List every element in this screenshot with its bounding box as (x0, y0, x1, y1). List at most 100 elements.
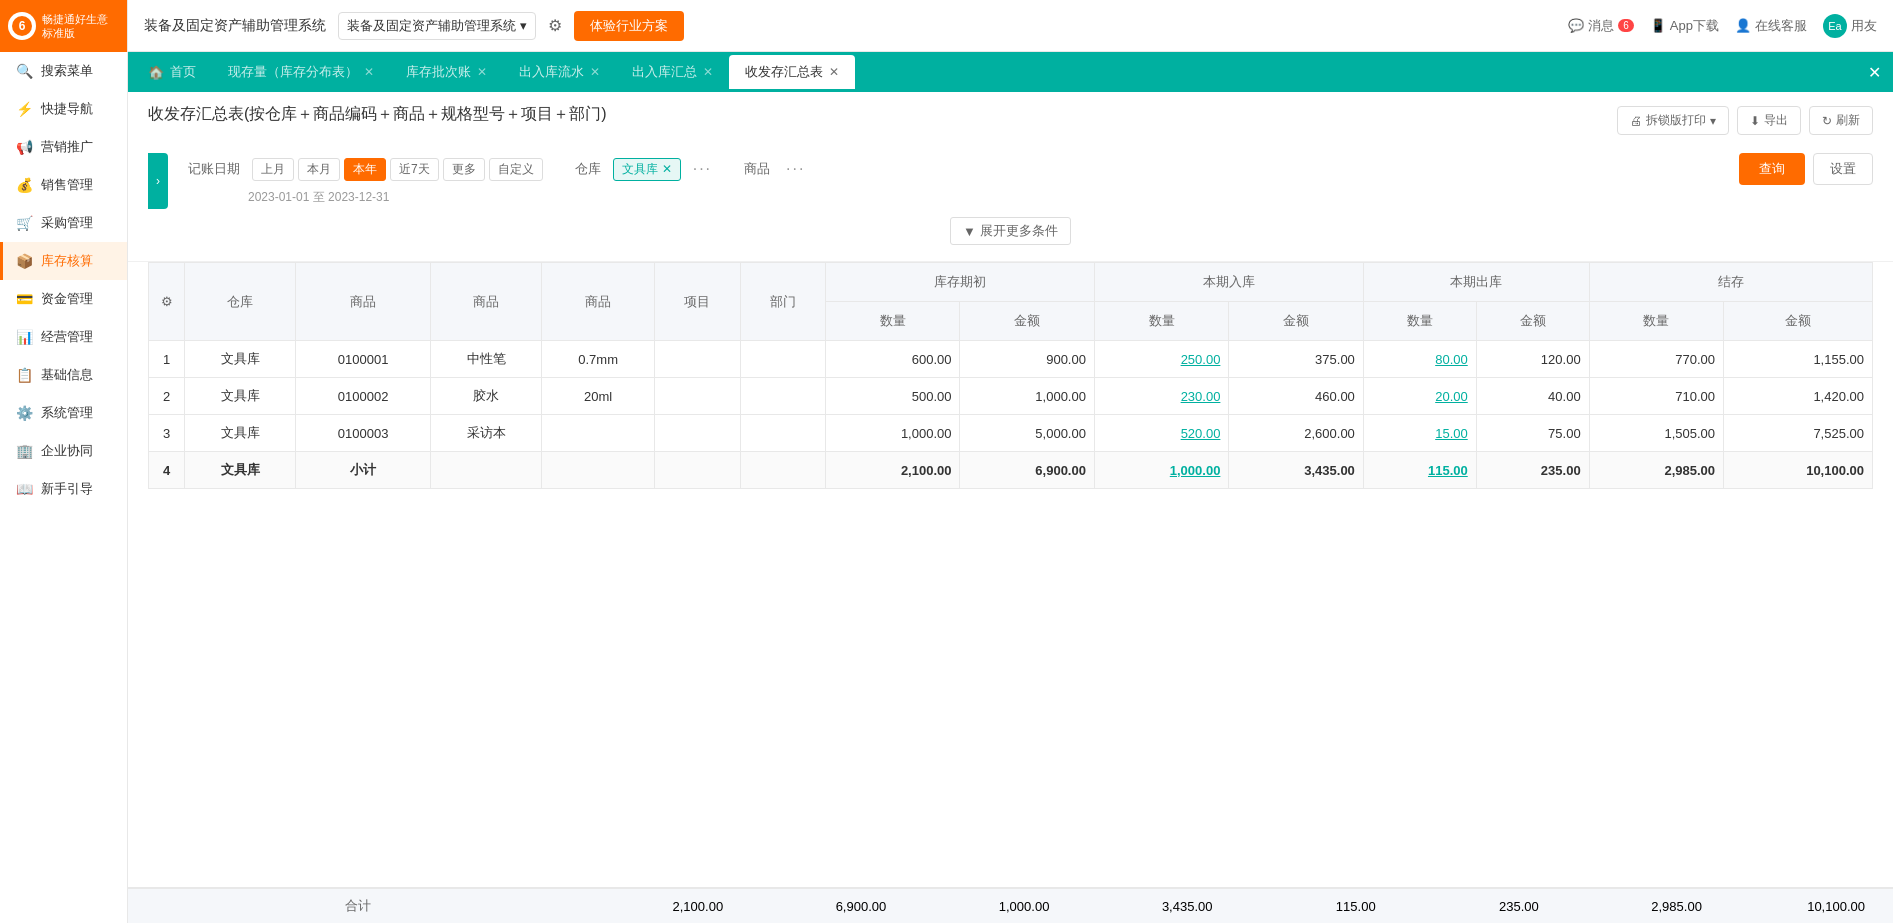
try-button[interactable]: 体验行业方案 (574, 11, 684, 41)
total-in-qty: 1,000.00 (894, 899, 1057, 914)
top-header-actions: 💬 消息 6 📱 App下载 👤 在线客服 Ea 用友 (1568, 14, 1877, 38)
subtotal-in-qty[interactable]: 1,000.00 (1094, 452, 1228, 489)
query-button[interactable]: 查询 (1739, 153, 1805, 185)
cell-balance-amt: 7,525.00 (1724, 415, 1873, 452)
sidebar-item-label: 基础信息 (41, 366, 93, 384)
th-warehouse: 仓库 (185, 263, 296, 341)
sidebar-item-operations[interactable]: 📊 经营管理 (0, 318, 127, 356)
sidebar-item-quick-nav[interactable]: ⚡ 快捷导航 (0, 90, 127, 128)
newbie-icon: 📖 (15, 480, 33, 498)
cell-goods-name: 采访本 (430, 415, 541, 452)
sidebar: 6 畅捷通好生意 标准版 🔍 搜索菜单 ⚡ 快捷导航 📢 营销推广 💰 销售管理… (0, 0, 128, 923)
tab-close-icon[interactable]: ✕ (829, 65, 839, 79)
cell-in-qty[interactable]: 230.00 (1094, 378, 1228, 415)
th-group-balance: 结存 (1589, 263, 1872, 302)
th-goods-code: 商品 (296, 263, 430, 341)
user-label: 用友 (1851, 17, 1877, 35)
tab-close-icon[interactable]: ✕ (364, 65, 374, 79)
cell-out-qty[interactable]: 15.00 (1363, 415, 1476, 452)
page-right-actions: 🖨 拆锁版打印 ▾ ⬇ 导出 ↻ 刷新 (1617, 106, 1873, 135)
sidebar-item-label: 资金管理 (41, 290, 93, 308)
finance-icon: 💳 (15, 290, 33, 308)
subtotal-out-qty[interactable]: 115.00 (1363, 452, 1476, 489)
print-label: 拆锁版打印 (1646, 112, 1706, 129)
tab-label: 现存量（库存分布表） (228, 63, 358, 81)
cell-opening-qty: 1,000.00 (826, 415, 960, 452)
user-btn[interactable]: Ea 用友 (1823, 14, 1877, 38)
settings-icon-btn[interactable]: ⚙ (548, 16, 562, 35)
table-row: 3 文具库 0100003 采访本 1,000.00 5,000.00 520.… (149, 415, 1873, 452)
warehouse-tag[interactable]: 文具库 ✕ (613, 158, 681, 181)
tab-in-out-flow[interactable]: 出入库流水 ✕ (503, 55, 616, 89)
th-in-amt: 金额 (1229, 302, 1363, 341)
warehouse-more-btn[interactable]: ··· (693, 160, 712, 178)
tab-inventory-distribution[interactable]: 现存量（库存分布表） ✕ (212, 55, 390, 89)
system-selector[interactable]: 装备及固定资产辅助管理系统 ▾ (338, 12, 536, 40)
cell-in-qty[interactable]: 250.00 (1094, 341, 1228, 378)
date-btn-last-month[interactable]: 上月 (252, 158, 294, 181)
th-in-qty: 数量 (1094, 302, 1228, 341)
sidebar-item-search[interactable]: 🔍 搜索菜单 (0, 52, 127, 90)
date-btn-7days[interactable]: 近7天 (390, 158, 439, 181)
tab-receipt-summary[interactable]: 收发存汇总表 ✕ (729, 55, 855, 89)
tab-bar-close-btn[interactable]: ✕ (1860, 55, 1889, 90)
filter-content: 记账日期 上月 本月 本年 近7天 更多 自定义 仓库 文 (188, 153, 1873, 206)
cell-in-qty[interactable]: 520.00 (1094, 415, 1228, 452)
th-group-out: 本期出库 (1363, 263, 1589, 302)
sidebar-item-sales[interactable]: 💰 销售管理 (0, 166, 127, 204)
print-btn[interactable]: 🖨 拆锁版打印 ▾ (1617, 106, 1729, 135)
sales-icon: 💰 (15, 176, 33, 194)
subtotal-warehouse: 文具库 (185, 452, 296, 489)
total-out-amt: 235.00 (1384, 899, 1547, 914)
sidebar-item-label: 经营管理 (41, 328, 93, 346)
sidebar-item-label: 销售管理 (41, 176, 93, 194)
date-btn-custom[interactable]: 自定义 (489, 158, 543, 181)
cell-opening-amt: 1,000.00 (960, 378, 1094, 415)
sidebar-item-enterprise[interactable]: 🏢 企业协同 (0, 432, 127, 470)
date-range-display: 2023-01-01 至 2023-12-31 (248, 189, 1873, 206)
tab-in-out-summary[interactable]: 出入库汇总 ✕ (616, 55, 729, 89)
tab-close-icon[interactable]: ✕ (703, 65, 713, 79)
setting-button[interactable]: 设置 (1813, 153, 1873, 185)
cell-department (740, 341, 826, 378)
online-service-btn[interactable]: 👤 在线客服 (1735, 17, 1807, 35)
page-content: 收发存汇总表(按仓库＋商品编码＋商品＋规格型号＋项目＋部门) 🖨 拆锁版打印 ▾… (128, 92, 1893, 923)
purchase-icon: 🛒 (15, 214, 33, 232)
sidebar-item-inventory[interactable]: 📦 库存核算 (0, 242, 127, 280)
app-logo-inner: 6 (12, 16, 32, 36)
tab-home[interactable]: 🏠 首页 (132, 55, 212, 89)
online-service-label: 在线客服 (1755, 17, 1807, 35)
sidebar-item-label: 库存核算 (41, 252, 93, 270)
refresh-icon: ↻ (1822, 114, 1832, 128)
tab-close-icon[interactable]: ✕ (590, 65, 600, 79)
date-btn-more[interactable]: 更多 (443, 158, 485, 181)
tab-batch-ledger[interactable]: 库存批次账 ✕ (390, 55, 503, 89)
sidebar-item-newbie[interactable]: 📖 新手引导 (0, 470, 127, 508)
sidebar-item-marketing[interactable]: 📢 营销推广 (0, 128, 127, 166)
sidebar-item-basic-info[interactable]: 📋 基础信息 (0, 356, 127, 394)
message-btn[interactable]: 💬 消息 6 (1568, 17, 1634, 35)
total-label: 合计 (148, 897, 568, 915)
refresh-btn[interactable]: ↻ 刷新 (1809, 106, 1873, 135)
filter-toggle-btn[interactable]: › (148, 153, 168, 209)
sidebar-item-system[interactable]: ⚙️ 系统管理 (0, 394, 127, 432)
date-btn-this-month[interactable]: 本月 (298, 158, 340, 181)
sidebar-item-purchase[interactable]: 🛒 采购管理 (0, 204, 127, 242)
warehouse-tag-label: 文具库 (622, 161, 658, 178)
cell-out-qty[interactable]: 80.00 (1363, 341, 1476, 378)
cell-goods-spec (542, 415, 655, 452)
app-download-btn[interactable]: 📱 App下载 (1650, 17, 1719, 35)
table-row: 1 文具库 0100001 中性笔 0.7mm 600.00 900.00 25… (149, 341, 1873, 378)
export-btn[interactable]: ⬇ 导出 (1737, 106, 1801, 135)
mobile-icon: 📱 (1650, 18, 1666, 33)
expand-more-btn[interactable]: ▼ 展开更多条件 (950, 217, 1071, 245)
goods-more-btn[interactable]: ··· (786, 160, 805, 178)
cell-out-qty[interactable]: 20.00 (1363, 378, 1476, 415)
date-btn-this-year[interactable]: 本年 (344, 158, 386, 181)
sidebar-item-finance[interactable]: 💳 资金管理 (0, 280, 127, 318)
cell-out-amt: 40.00 (1476, 378, 1589, 415)
warehouse-remove-icon[interactable]: ✕ (662, 162, 672, 176)
subtotal-balance-qty: 2,985.00 (1589, 452, 1723, 489)
cell-warehouse: 文具库 (185, 341, 296, 378)
tab-close-icon[interactable]: ✕ (477, 65, 487, 79)
